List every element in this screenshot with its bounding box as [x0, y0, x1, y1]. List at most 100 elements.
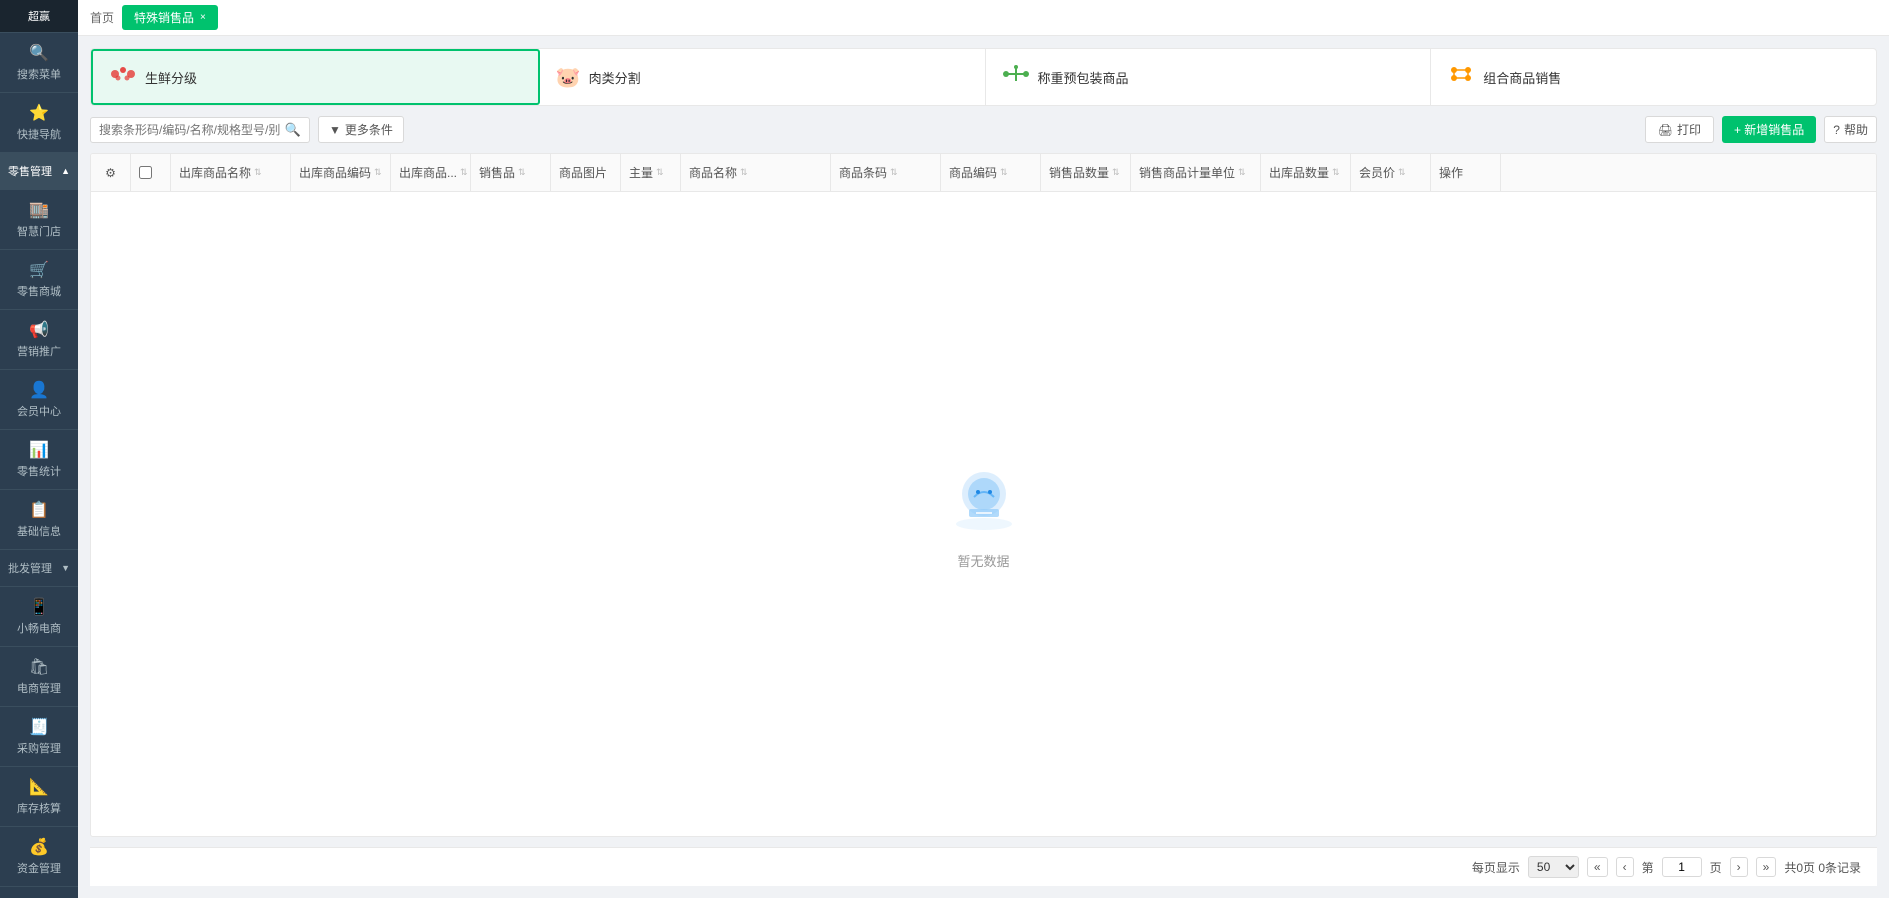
first-page-button[interactable]: «: [1587, 857, 1608, 877]
sidebar: 超赢 🔍 搜索菜单 ⭐ 快捷导航 零售管理 ▲ 🏬 智慧门店 🛒 零售商城 📢 …: [0, 0, 78, 898]
th-sale-unit: 销售商品计量单位 ⇅: [1131, 154, 1261, 191]
search-icon: 🔍: [29, 43, 49, 63]
data-table: ⚙ 出库商品名称 ⇅ 出库商品编码 ⇅ 出库商品... ⇅: [90, 153, 1877, 837]
megaphone-icon: 📢: [29, 320, 49, 340]
sidebar-item-mini-app[interactable]: 📱 小畅电商: [0, 587, 78, 647]
th-action: 操作: [1431, 154, 1501, 191]
th-checkbox[interactable]: [131, 154, 171, 191]
page-unit: 页: [1710, 859, 1722, 876]
toolbar-left: 🔍 ▼ 更多条件: [90, 116, 404, 143]
sidebar-item-search[interactable]: 🔍 搜索菜单: [0, 33, 78, 93]
combo-tab-label: 组合商品销售: [1483, 68, 1561, 87]
sidebar-item-finance[interactable]: 💰 资金管理: [0, 827, 78, 887]
sidebar-item-purchase[interactable]: 🧾 采购管理: [0, 707, 78, 767]
sidebar-item-inventory[interactable]: 📐 库存核算: [0, 767, 78, 827]
chevron-down-icon: ▼: [61, 563, 70, 573]
last-page-button[interactable]: »: [1756, 857, 1777, 877]
help-icon: ?: [1833, 123, 1840, 137]
page-size-select[interactable]: 50 100 200: [1528, 856, 1579, 878]
pagination-bar: 每页显示 50 100 200 « ‹ 第 页 › » 共0页 0条记录: [90, 847, 1877, 886]
money-icon: 💰: [29, 837, 49, 857]
sidebar-item-wholesale[interactable]: 批发管理 ▼: [0, 550, 78, 587]
ruler-icon: 📐: [29, 777, 49, 797]
tab-meat[interactable]: 🐷 肉类分割: [540, 49, 986, 105]
combo-tab-icon: [1447, 63, 1475, 91]
sort-icon[interactable]: ⇅: [890, 167, 898, 178]
th-prod-name: 商品名称 ⇅: [681, 154, 831, 191]
sort-icon[interactable]: ⇅: [1398, 167, 1406, 178]
sort-icon[interactable]: ⇅: [656, 167, 664, 178]
tab-weight[interactable]: 称重预包装商品: [986, 49, 1432, 105]
sort-icon[interactable]: ⇅: [1112, 167, 1120, 178]
fresh-tab-label: 生鲜分级: [145, 68, 197, 87]
cart-icon: 🛒: [29, 260, 49, 280]
content-area: 生鲜分级 🐷 肉类分割 称重预包装商品: [78, 36, 1889, 898]
sidebar-item-retail-stats[interactable]: 📊 零售统计: [0, 430, 78, 490]
sort-icon[interactable]: ⇅: [518, 167, 526, 178]
tab-combo[interactable]: 组合商品销售: [1431, 49, 1876, 105]
sort-icon[interactable]: ⇅: [1332, 167, 1340, 178]
sidebar-item-quick[interactable]: ⭐ 快捷导航: [0, 93, 78, 153]
select-all-checkbox[interactable]: [139, 166, 152, 179]
sidebar-logo: 超赢: [0, 0, 78, 33]
meat-tab-label: 肉类分割: [589, 68, 641, 87]
th-member-price: 会员价 ⇅: [1351, 154, 1431, 191]
receipt-icon: 🧾: [29, 717, 49, 737]
fresh-tab-icon: [109, 63, 137, 91]
tab-fresh[interactable]: 生鲜分级: [91, 49, 540, 105]
th-out-name: 出库商品名称 ⇅: [171, 154, 291, 191]
th-sale-qty: 销售品数量 ⇅: [1041, 154, 1131, 191]
search-icon[interactable]: 🔍: [285, 122, 301, 138]
sidebar-item-retail-mall[interactable]: 🛒 零售商城: [0, 250, 78, 310]
column-settings-icon[interactable]: ⚙: [105, 166, 116, 180]
sort-icon[interactable]: ⇅: [460, 167, 468, 178]
current-tab[interactable]: 特殊销售品 ×: [122, 5, 218, 30]
sort-icon[interactable]: ⇅: [1238, 167, 1246, 178]
sidebar-item-general-ledger[interactable]: 📒 总账管理: [0, 887, 78, 898]
clipboard-icon: 📋: [29, 500, 49, 520]
sort-icon[interactable]: ⇅: [740, 167, 748, 178]
filter-icon: ▼: [329, 123, 341, 137]
help-button[interactable]: ? 帮助: [1824, 116, 1877, 143]
sort-icon[interactable]: ⇅: [1000, 167, 1008, 178]
sidebar-item-member[interactable]: 👤 会员中心: [0, 370, 78, 430]
th-out-spec: 出库商品... ⇅: [391, 154, 471, 191]
page-number-input[interactable]: [1662, 857, 1702, 877]
th-out-code: 出库商品编码 ⇅: [291, 154, 391, 191]
sidebar-item-ecom-mgmt[interactable]: 🛍 电商管理: [0, 647, 78, 707]
th-out-qty: 出库品数量 ⇅: [1261, 154, 1351, 191]
search-box[interactable]: 🔍: [90, 117, 310, 143]
weight-tab-label: 称重预包装商品: [1038, 68, 1129, 87]
total-text: 共0页 0条记录: [1784, 859, 1861, 876]
add-button[interactable]: + 新增销售品: [1722, 116, 1816, 143]
home-link[interactable]: 首页: [90, 9, 114, 26]
meat-tab-icon: 🐷: [556, 65, 581, 90]
prev-page-button[interactable]: ‹: [1616, 857, 1634, 877]
filter-button[interactable]: ▼ 更多条件: [318, 116, 404, 143]
empty-text: 暂无数据: [957, 551, 1009, 570]
store-icon: 🏬: [29, 200, 49, 220]
next-page-button[interactable]: ›: [1730, 857, 1748, 877]
sort-icon[interactable]: ⇅: [254, 167, 262, 178]
close-tab-icon[interactable]: ×: [200, 12, 206, 23]
person-icon: 👤: [29, 380, 49, 400]
th-settings[interactable]: ⚙: [91, 154, 131, 191]
sort-icon[interactable]: ⇅: [374, 167, 382, 178]
print-button[interactable]: 🖨 打印: [1645, 116, 1714, 143]
search-input[interactable]: [99, 123, 281, 137]
page-size-label: 每页显示: [1472, 859, 1520, 876]
sidebar-item-basic-info[interactable]: 📋 基础信息: [0, 490, 78, 550]
th-barcode: 商品条码 ⇅: [831, 154, 941, 191]
empty-illustration: [944, 459, 1024, 539]
main-area: 首页 特殊销售品 × 生鲜分级: [78, 0, 1889, 898]
table-header: ⚙ 出库商品名称 ⇅ 出库商品编码 ⇅ 出库商品... ⇅: [91, 154, 1876, 192]
toolbar: 🔍 ▼ 更多条件 🖨 打印 + 新增销售品 ? 帮助: [90, 116, 1877, 143]
printer-icon: 🖨: [1658, 123, 1673, 137]
weight-tab-icon: [1002, 63, 1030, 91]
sidebar-item-smart-store[interactable]: 🏬 智慧门店: [0, 190, 78, 250]
sidebar-item-retail[interactable]: 零售管理 ▲: [0, 153, 78, 190]
th-prod-code: 商品编码 ⇅: [941, 154, 1041, 191]
sidebar-item-promo[interactable]: 📢 营销推广: [0, 310, 78, 370]
topbar: 首页 特殊销售品 ×: [78, 0, 1889, 36]
th-img: 商品图片: [551, 154, 621, 191]
